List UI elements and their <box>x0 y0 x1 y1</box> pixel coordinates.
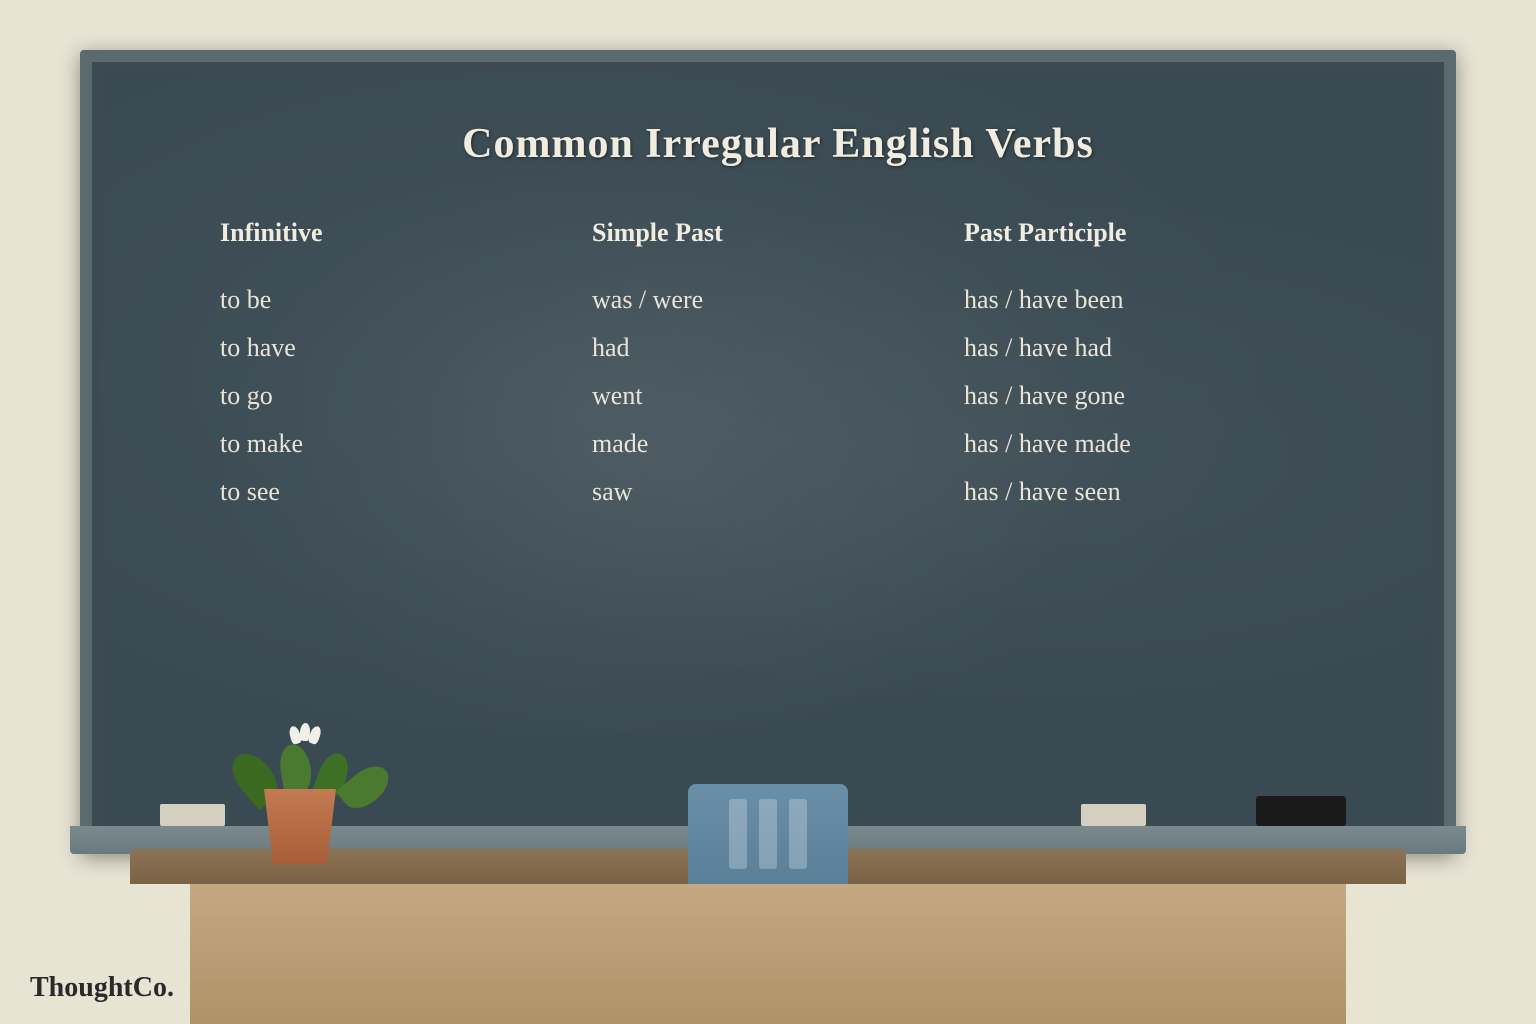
col-item-sp-3: went <box>592 372 944 420</box>
chalkboard-frame: Common Irregular English Verbs Infinitiv… <box>80 50 1456 854</box>
col-item-pp-3: has / have gone <box>964 372 1316 420</box>
eraser-right <box>1081 804 1146 826</box>
col-item-pp-2: has / have had <box>964 324 1316 372</box>
col-header-past-participle: Past Participle <box>964 218 1316 248</box>
chair-slat-2 <box>759 799 777 869</box>
plant <box>235 744 365 864</box>
chair-slat-1 <box>729 799 747 869</box>
column-past-participle: Past Participle has / have been has / ha… <box>964 218 1336 516</box>
col-item-sp-5: saw <box>592 468 944 516</box>
dark-eraser <box>1256 796 1346 826</box>
chalkboard-surface: Common Irregular English Verbs Infinitiv… <box>100 70 1436 834</box>
desk-body <box>190 884 1346 1024</box>
col-header-infinitive: Infinitive <box>220 218 572 248</box>
plant-pot <box>255 789 345 864</box>
board-title: Common Irregular English Verbs <box>220 120 1336 168</box>
eraser-left <box>160 804 225 826</box>
col-item-pp-4: has / have made <box>964 420 1316 468</box>
col-header-simple-past: Simple Past <box>592 218 944 248</box>
board-content: Common Irregular English Verbs Infinitiv… <box>100 70 1436 834</box>
column-infinitive: Infinitive to be to have to go to make t… <box>220 218 592 516</box>
col-item-inf-4: to make <box>220 420 572 468</box>
columns-container: Infinitive to be to have to go to make t… <box>220 218 1336 516</box>
chair <box>678 784 858 884</box>
thoughtco-logo: ThoughtCo. <box>30 972 174 1004</box>
col-item-sp-1: was / were <box>592 276 944 324</box>
col-item-pp-5: has / have seen <box>964 468 1316 516</box>
col-item-inf-1: to be <box>220 276 572 324</box>
col-item-sp-4: made <box>592 420 944 468</box>
col-item-pp-1: has / have been <box>964 276 1316 324</box>
col-item-sp-2: had <box>592 324 944 372</box>
chair-back <box>688 784 848 884</box>
column-simple-past: Simple Past was / were had went made saw <box>592 218 964 516</box>
logo-text: ThoughtCo. <box>30 972 174 1003</box>
col-item-inf-3: to go <box>220 372 572 420</box>
col-item-inf-5: to see <box>220 468 572 516</box>
chair-slat-3 <box>789 799 807 869</box>
col-item-inf-2: to have <box>220 324 572 372</box>
